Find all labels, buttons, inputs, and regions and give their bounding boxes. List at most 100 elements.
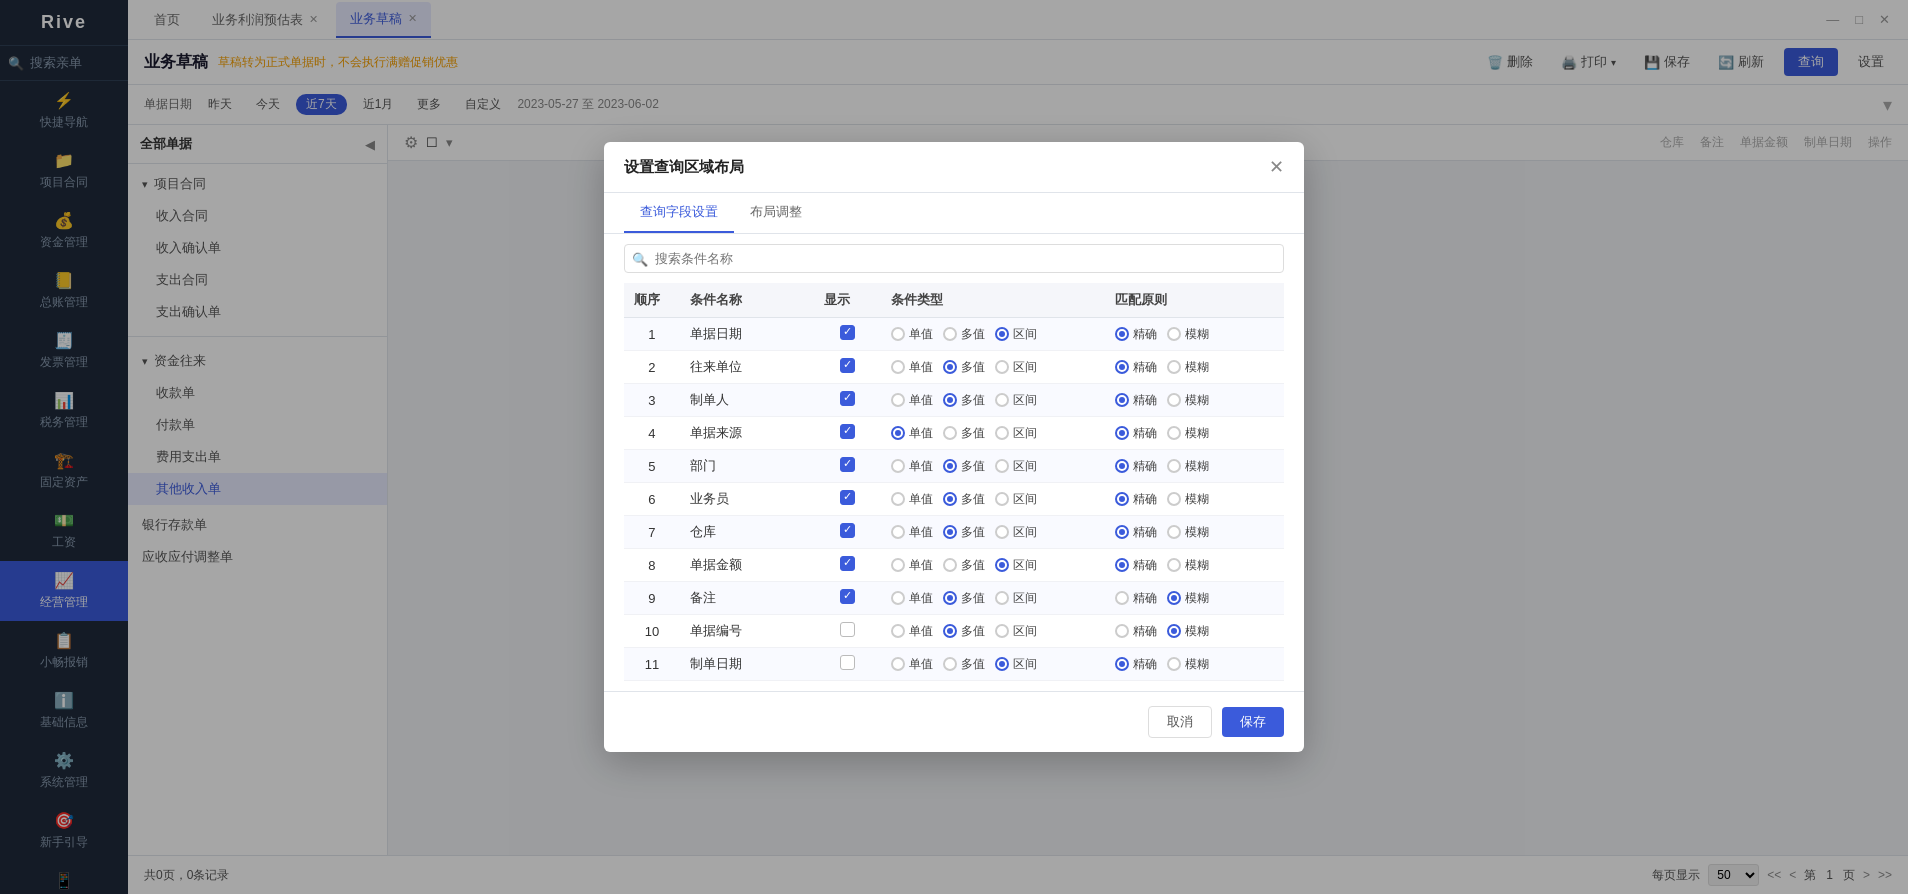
radio-circle bbox=[995, 459, 1009, 473]
cell-type: 单值多值区间 bbox=[881, 351, 1105, 384]
match-radio-exact[interactable]: 精确 bbox=[1115, 392, 1157, 409]
type-radio-multi[interactable]: 多值 bbox=[943, 623, 985, 640]
type-radio-multi[interactable]: 多值 bbox=[943, 359, 985, 376]
match-radio-fuzzy[interactable]: 模糊 bbox=[1167, 656, 1209, 673]
radio-label: 精确 bbox=[1133, 326, 1157, 343]
type-radio-range[interactable]: 区间 bbox=[995, 524, 1037, 541]
match-radio-group: 精确模糊 bbox=[1115, 359, 1274, 376]
match-radio-exact[interactable]: 精确 bbox=[1115, 359, 1157, 376]
show-checkbox[interactable] bbox=[840, 490, 855, 505]
modal-tab-field-settings[interactable]: 查询字段设置 bbox=[624, 193, 734, 233]
cell-show[interactable] bbox=[814, 648, 881, 681]
show-checkbox[interactable] bbox=[840, 457, 855, 472]
type-radio-single[interactable]: 单值 bbox=[891, 359, 933, 376]
type-radio-single[interactable]: 单值 bbox=[891, 491, 933, 508]
modal-close-button[interactable]: ✕ bbox=[1269, 156, 1284, 178]
cell-show[interactable] bbox=[814, 549, 881, 582]
type-radio-single[interactable]: 单值 bbox=[891, 458, 933, 475]
radio-circle bbox=[1167, 426, 1181, 440]
match-radio-exact[interactable]: 精确 bbox=[1115, 491, 1157, 508]
match-radio-fuzzy[interactable]: 模糊 bbox=[1167, 557, 1209, 574]
type-radio-single[interactable]: 单值 bbox=[891, 326, 933, 343]
type-radio-multi[interactable]: 多值 bbox=[943, 458, 985, 475]
match-radio-fuzzy[interactable]: 模糊 bbox=[1167, 590, 1209, 607]
type-radio-single[interactable]: 单值 bbox=[891, 524, 933, 541]
type-radio-multi[interactable]: 多值 bbox=[943, 491, 985, 508]
match-radio-fuzzy[interactable]: 模糊 bbox=[1167, 524, 1209, 541]
type-radio-range[interactable]: 区间 bbox=[995, 359, 1037, 376]
type-radio-range[interactable]: 区间 bbox=[995, 491, 1037, 508]
match-radio-exact[interactable]: 精确 bbox=[1115, 590, 1157, 607]
cell-show[interactable] bbox=[814, 615, 881, 648]
radio-circle bbox=[943, 492, 957, 506]
th-name: 条件名称 bbox=[680, 283, 814, 318]
type-radio-single[interactable]: 单值 bbox=[891, 623, 933, 640]
show-checkbox[interactable] bbox=[840, 358, 855, 373]
type-radio-range[interactable]: 区间 bbox=[995, 557, 1037, 574]
type-radio-group: 单值多值区间 bbox=[891, 359, 1095, 376]
type-radio-multi[interactable]: 多值 bbox=[943, 392, 985, 409]
show-checkbox[interactable] bbox=[840, 622, 855, 637]
type-radio-multi[interactable]: 多值 bbox=[943, 326, 985, 343]
radio-circle bbox=[1115, 492, 1129, 506]
show-checkbox[interactable] bbox=[840, 523, 855, 538]
cell-show[interactable] bbox=[814, 384, 881, 417]
type-radio-multi[interactable]: 多值 bbox=[943, 590, 985, 607]
cell-show[interactable] bbox=[814, 516, 881, 549]
radio-label: 精确 bbox=[1133, 425, 1157, 442]
type-radio-single[interactable]: 单值 bbox=[891, 425, 933, 442]
match-radio-exact[interactable]: 精确 bbox=[1115, 326, 1157, 343]
cell-show[interactable] bbox=[814, 483, 881, 516]
match-radio-exact[interactable]: 精确 bbox=[1115, 623, 1157, 640]
modal-cancel-button[interactable]: 取消 bbox=[1148, 706, 1212, 738]
modal-tab-layout[interactable]: 布局调整 bbox=[734, 193, 818, 233]
type-radio-single[interactable]: 单值 bbox=[891, 392, 933, 409]
type-radio-single[interactable]: 单值 bbox=[891, 557, 933, 574]
modal-search-input[interactable] bbox=[624, 244, 1284, 273]
radio-label: 多值 bbox=[961, 590, 985, 607]
match-radio-fuzzy[interactable]: 模糊 bbox=[1167, 623, 1209, 640]
match-radio-fuzzy[interactable]: 模糊 bbox=[1167, 458, 1209, 475]
show-checkbox[interactable] bbox=[840, 391, 855, 406]
match-radio-exact[interactable]: 精确 bbox=[1115, 656, 1157, 673]
cell-show[interactable] bbox=[814, 450, 881, 483]
match-radio-exact[interactable]: 精确 bbox=[1115, 524, 1157, 541]
type-radio-multi[interactable]: 多值 bbox=[943, 524, 985, 541]
type-radio-multi[interactable]: 多值 bbox=[943, 557, 985, 574]
show-checkbox[interactable] bbox=[840, 424, 855, 439]
cell-show[interactable] bbox=[814, 351, 881, 384]
match-radio-exact[interactable]: 精确 bbox=[1115, 557, 1157, 574]
match-radio-fuzzy[interactable]: 模糊 bbox=[1167, 392, 1209, 409]
cell-show[interactable] bbox=[814, 417, 881, 450]
radio-circle bbox=[943, 591, 957, 605]
match-radio-group: 精确模糊 bbox=[1115, 425, 1274, 442]
show-checkbox[interactable] bbox=[840, 589, 855, 604]
show-checkbox[interactable] bbox=[840, 325, 855, 340]
type-radio-range[interactable]: 区间 bbox=[995, 590, 1037, 607]
type-radio-range[interactable]: 区间 bbox=[995, 392, 1037, 409]
type-radio-range[interactable]: 区间 bbox=[995, 623, 1037, 640]
radio-label: 单值 bbox=[909, 392, 933, 409]
match-radio-exact[interactable]: 精确 bbox=[1115, 425, 1157, 442]
match-radio-fuzzy[interactable]: 模糊 bbox=[1167, 425, 1209, 442]
type-radio-multi[interactable]: 多值 bbox=[943, 425, 985, 442]
type-radio-single[interactable]: 单值 bbox=[891, 590, 933, 607]
show-checkbox[interactable] bbox=[840, 556, 855, 571]
match-radio-fuzzy[interactable]: 模糊 bbox=[1167, 359, 1209, 376]
radio-label: 精确 bbox=[1133, 359, 1157, 376]
cell-show[interactable] bbox=[814, 318, 881, 351]
show-checkbox[interactable] bbox=[840, 655, 855, 670]
type-radio-range[interactable]: 区间 bbox=[995, 458, 1037, 475]
type-radio-single[interactable]: 单值 bbox=[891, 656, 933, 673]
radio-circle bbox=[1167, 525, 1181, 539]
cell-show[interactable] bbox=[814, 582, 881, 615]
type-radio-range[interactable]: 区间 bbox=[995, 656, 1037, 673]
type-radio-range[interactable]: 区间 bbox=[995, 326, 1037, 343]
match-radio-exact[interactable]: 精确 bbox=[1115, 458, 1157, 475]
match-radio-fuzzy[interactable]: 模糊 bbox=[1167, 326, 1209, 343]
radio-label: 单值 bbox=[909, 524, 933, 541]
type-radio-range[interactable]: 区间 bbox=[995, 425, 1037, 442]
modal-save-button[interactable]: 保存 bbox=[1222, 707, 1284, 737]
type-radio-multi[interactable]: 多值 bbox=[943, 656, 985, 673]
match-radio-fuzzy[interactable]: 模糊 bbox=[1167, 491, 1209, 508]
